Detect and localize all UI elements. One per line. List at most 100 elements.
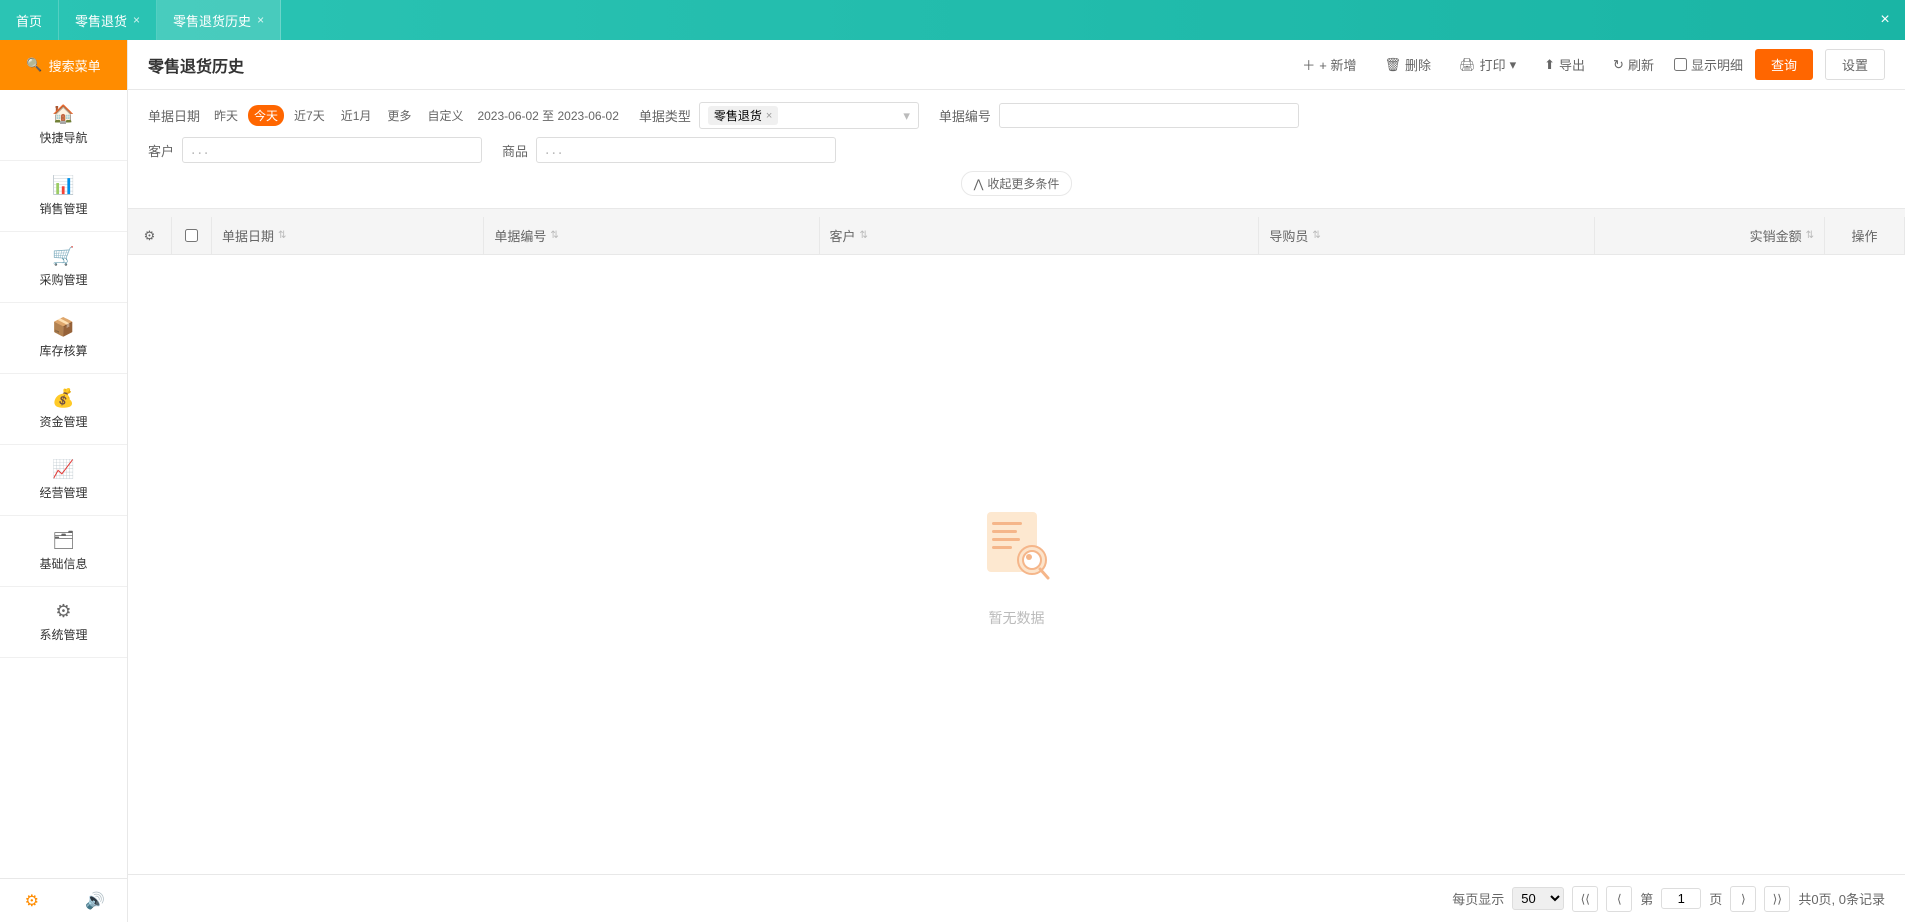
per-page-label: 每页显示	[1452, 889, 1504, 908]
th-customer[interactable]: 客户 ⇅	[820, 217, 1260, 254]
query-button[interactable]: 查询	[1755, 49, 1813, 80]
sidebar-item-operation[interactable]: 📈 经营管理	[0, 445, 127, 516]
window-close-button[interactable]: ×	[1865, 0, 1905, 40]
voucher-no-input[interactable]	[999, 103, 1299, 128]
date-7days[interactable]: 近7天	[288, 105, 331, 126]
next-page-button[interactable]: ⟩	[1730, 886, 1756, 912]
tab-home-label: 首页	[16, 11, 42, 30]
date-more[interactable]: 更多	[381, 105, 417, 126]
export-button[interactable]: ⬆ 导出	[1536, 51, 1593, 78]
tab-retail-return-history-label: 零售退货历史	[173, 11, 251, 30]
customer-sort-icon: ⇅	[860, 230, 868, 241]
th-amount-label: 实销金额	[1750, 226, 1802, 245]
sidebar-item-inventory-label: 库存核算	[39, 342, 87, 359]
date-filter: 单据日期 昨天 今天 近7天 近1月 更多 自定义 2023-06-02 至 2…	[148, 105, 619, 126]
sidebar-menu: 🏠 快捷导航 📊 销售管理 🛒 采购管理 📦 库存核算 💰 资金管理 📈	[0, 90, 127, 878]
collapse-row: ⋀ 收起更多条件	[148, 171, 1885, 196]
sidebar-item-sales-label: 销售管理	[39, 200, 87, 217]
sidebar-item-basic-label: 基础信息	[39, 555, 87, 572]
table-area: ⚙ 单据日期 ⇅ 单据编号 ⇅ 客户 ⇅ 导购员	[128, 217, 1905, 922]
th-checkbox[interactable]	[172, 217, 212, 254]
empty-text: 暂无数据	[989, 608, 1045, 628]
th-guide[interactable]: 导购员 ⇅	[1259, 217, 1594, 254]
prev-page-button[interactable]: ⟨	[1606, 886, 1632, 912]
voucher-type-input[interactable]: 零售退货 × ▾	[699, 102, 919, 129]
new-button-label: + 新增	[1319, 55, 1356, 74]
customer-placeholder: ...	[191, 141, 210, 159]
th-settings[interactable]: ⚙	[128, 217, 172, 254]
goods-input[interactable]: ...	[536, 137, 836, 163]
setting-button[interactable]: 设置	[1825, 49, 1885, 80]
home-icon: 🏠	[52, 104, 74, 125]
sidebar-item-finance[interactable]: 💰 资金管理	[0, 374, 127, 445]
print-button-label: 打印	[1480, 55, 1506, 74]
tab-retail-return-label: 零售退货	[75, 11, 127, 30]
sidebar-item-sales[interactable]: 📊 销售管理	[0, 161, 127, 232]
date-1month[interactable]: 近1月	[335, 105, 378, 126]
voucher-type-label: 单据类型	[639, 106, 691, 125]
delete-button-label: 删除	[1405, 55, 1431, 74]
select-all-checkbox[interactable]	[185, 229, 198, 242]
th-amount[interactable]: 实销金额 ⇅	[1595, 217, 1825, 254]
voucher-type-tag: 零售退货 ×	[708, 106, 778, 125]
sidebar-search-button[interactable]: 🔍 搜索菜单	[0, 40, 127, 90]
date-custom[interactable]: 自定义	[421, 105, 469, 126]
tab-home[interactable]: 首页	[0, 0, 59, 40]
date-filter-label: 单据日期	[148, 106, 200, 125]
display-toggle: 显示明细	[1674, 55, 1743, 74]
per-page-select[interactable]: 50 10 20 100	[1512, 887, 1564, 910]
main-layout: 🔍 搜索菜单 🏠 快捷导航 📊 销售管理 🛒 采购管理 📦 库存核算 💰	[0, 40, 1905, 922]
refresh-icon: ↻	[1613, 57, 1624, 73]
page-input[interactable]: 1	[1661, 888, 1701, 909]
first-page-button[interactable]: ⟨⟨	[1572, 886, 1598, 912]
filter-row-1: 单据日期 昨天 今天 近7天 近1月 更多 自定义 2023-06-02 至 2…	[148, 102, 1885, 129]
th-customer-label: 客户	[830, 226, 856, 245]
last-page-button[interactable]: ⟩⟩	[1764, 886, 1790, 912]
plus-icon: ＋	[1302, 55, 1315, 74]
delete-button[interactable]: 🗑 删除	[1377, 51, 1440, 78]
sidebar-item-quick-nav[interactable]: 🏠 快捷导航	[0, 90, 127, 161]
filter-area: 单据日期 昨天 今天 近7天 近1月 更多 自定义 2023-06-02 至 2…	[128, 90, 1905, 209]
table-header: ⚙ 单据日期 ⇅ 单据编号 ⇅ 客户 ⇅ 导购员	[128, 217, 1905, 255]
sidebar-item-purchase-label: 采购管理	[39, 271, 87, 288]
date-buttons: 昨天 今天 近7天 近1月 更多 自定义	[208, 105, 469, 126]
page-label: 第	[1640, 889, 1653, 908]
pagination: 每页显示 50 10 20 100 ⟨⟨ ⟨ 第 1 页 ⟩ ⟩⟩ 共0页, 0…	[128, 874, 1905, 922]
voucher-type-tag-close[interactable]: ×	[766, 110, 772, 122]
display-checkbox[interactable]	[1674, 58, 1687, 71]
tab-retail-return[interactable]: 零售退货 ×	[59, 0, 157, 40]
settings-footer-button[interactable]: ⚙	[16, 885, 48, 917]
refresh-button[interactable]: ↻ 刷新	[1605, 51, 1662, 78]
sidebar-item-inventory[interactable]: 📦 库存核算	[0, 303, 127, 374]
total-label: 共0页, 0条记录	[1798, 889, 1885, 908]
th-no[interactable]: 单据编号 ⇅	[484, 217, 819, 254]
goods-label: 商品	[502, 141, 528, 160]
sidebar-search-label: 搜索菜单	[49, 56, 101, 75]
customer-input[interactable]: ...	[182, 137, 482, 163]
sidebar-item-purchase[interactable]: 🛒 采购管理	[0, 232, 127, 303]
goods-placeholder: ...	[545, 141, 564, 159]
sidebar-item-system[interactable]: ⚙ 系统管理	[0, 587, 127, 658]
empty-illustration	[972, 502, 1062, 592]
tab-retail-return-history-close[interactable]: ×	[257, 13, 264, 27]
collapse-button[interactable]: ⋀ 收起更多条件	[961, 171, 1073, 196]
volume-footer-button[interactable]: 🔊	[79, 885, 111, 917]
date-yesterday[interactable]: 昨天	[208, 105, 244, 126]
date-today[interactable]: 今天	[248, 105, 284, 126]
voucher-type-tag-value: 零售退货	[714, 107, 762, 124]
date-range-display: 2023-06-02 至 2023-06-02	[477, 107, 618, 124]
settings-icon: ⚙	[144, 228, 156, 244]
print-button[interactable]: 🖨 打印 ▾	[1451, 51, 1524, 78]
display-label: 显示明细	[1691, 55, 1743, 74]
operation-icon: 📈	[52, 459, 74, 480]
page-title: 零售退货历史	[148, 53, 244, 77]
tab-retail-return-history[interactable]: 零售退货历史 ×	[157, 0, 281, 40]
sidebar-item-basic[interactable]: 🗂 基础信息	[0, 516, 127, 587]
new-button[interactable]: ＋ + 新增	[1294, 51, 1364, 78]
voucher-type-filter: 单据类型 零售退货 × ▾	[639, 102, 919, 129]
voucher-no-filter: 单据编号	[939, 103, 1299, 128]
tab-retail-return-close[interactable]: ×	[133, 13, 140, 27]
sidebar-item-system-label: 系统管理	[39, 626, 87, 643]
th-date[interactable]: 单据日期 ⇅	[212, 217, 484, 254]
page-header: 零售退货历史 ＋ + 新增 🗑 删除 🖨 打印 ▾ ⬆ 导出	[128, 40, 1905, 90]
